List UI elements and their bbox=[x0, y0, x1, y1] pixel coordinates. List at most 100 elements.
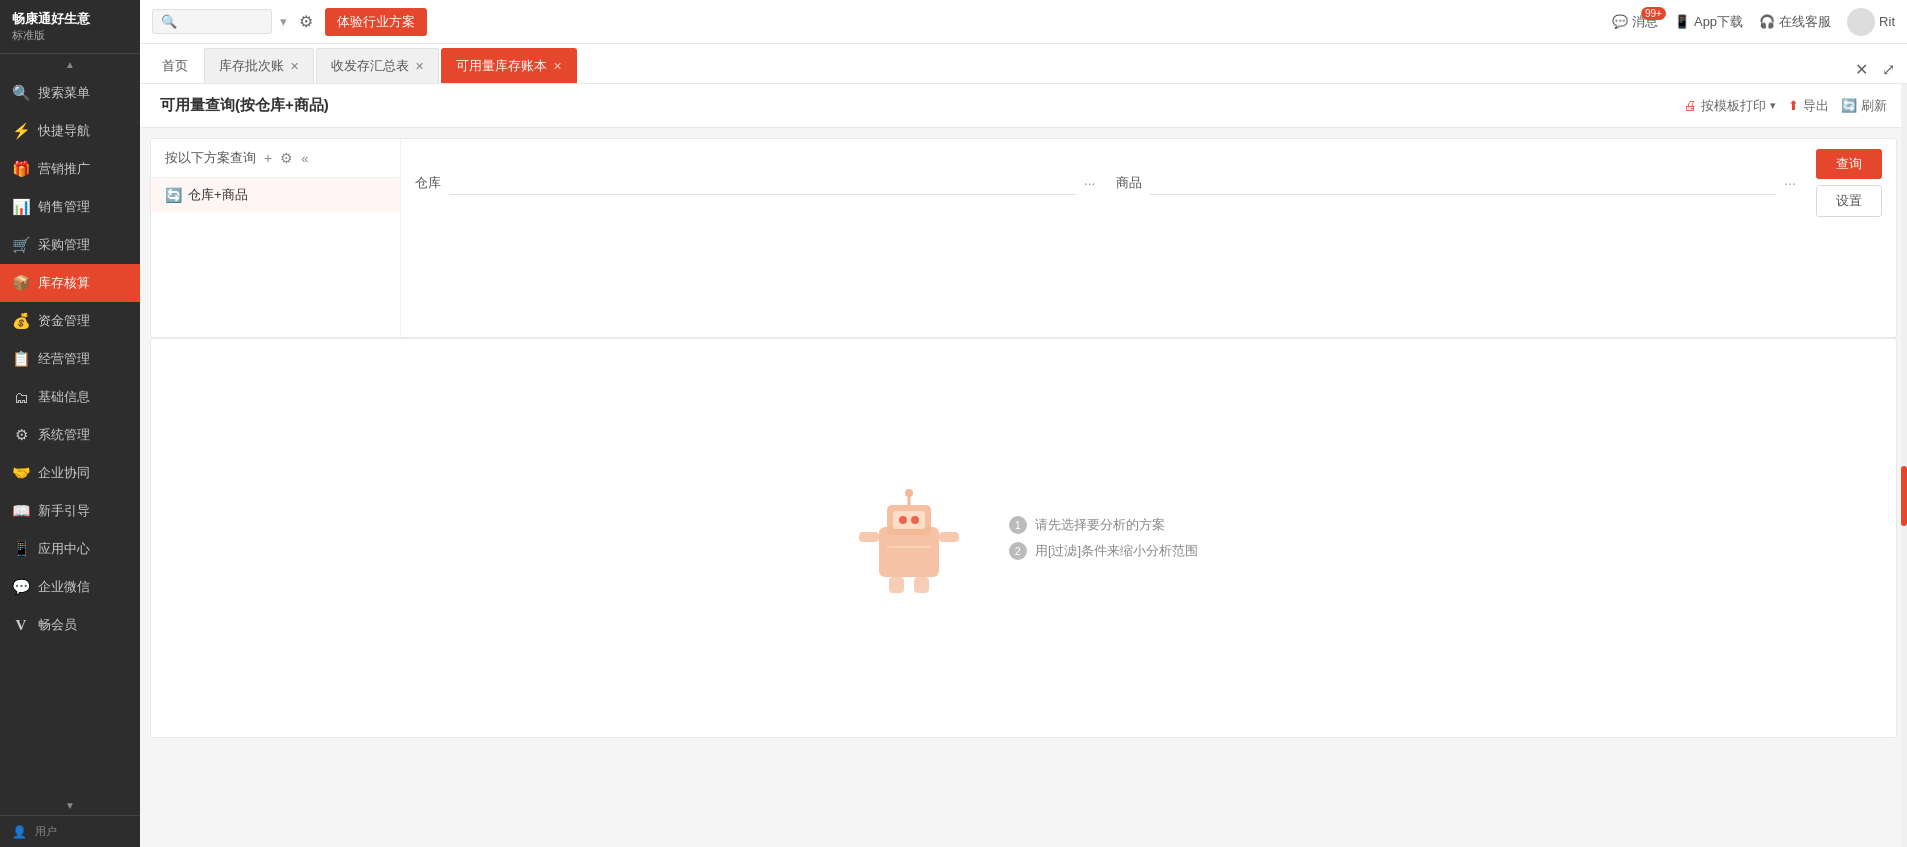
export-button[interactable]: ⬆ 导出 bbox=[1788, 97, 1829, 115]
tab-expand-button[interactable]: ⤢ bbox=[1878, 56, 1899, 83]
filter-warehouse-input[interactable] bbox=[449, 171, 1076, 195]
user-menu[interactable]: Rit bbox=[1847, 8, 1895, 36]
sidebar-item-purchase[interactable]: 🛒 采购管理 bbox=[0, 226, 140, 264]
export-label: 导出 bbox=[1803, 97, 1829, 115]
sidebar-item-system[interactable]: ⚙ 系统管理 bbox=[0, 416, 140, 454]
tab-available-qty-label: 可用量库存账本 bbox=[456, 57, 547, 75]
sidebar-item-shortcut[interactable]: ⚡ 快捷导航 bbox=[0, 112, 140, 150]
sidebar-label-basic-info: 基础信息 bbox=[38, 388, 90, 406]
print-button[interactable]: 🖨 按模板打印 ▾ bbox=[1684, 97, 1776, 115]
sidebar-label-app-center: 应用中心 bbox=[38, 540, 90, 558]
search-icon: 🔍 bbox=[161, 14, 177, 29]
topbar: 🔍 ▾ ⚙ 体验行业方案 💬 消息 99+ 📱 App下载 🎧 在线客服 Rit bbox=[140, 0, 1907, 44]
tab-receipt-summary-label: 收发存汇总表 bbox=[331, 57, 409, 75]
query-main: 按以下方案查询 + ⚙ « 🔄 仓库+商品 仓库 ··· bbox=[150, 138, 1897, 338]
topbar-right: 💬 消息 99+ 📱 App下载 🎧 在线客服 Rit bbox=[1612, 8, 1895, 36]
topbar-search-box[interactable]: 🔍 bbox=[152, 9, 272, 34]
sidebar-label-fund: 资金管理 bbox=[38, 312, 90, 330]
sidebar-label-operations: 经营管理 bbox=[38, 350, 90, 368]
inventory-icon: 📦 bbox=[12, 274, 30, 292]
brand-name: 畅康通好生意 bbox=[12, 10, 128, 28]
settings-button[interactable]: 设置 bbox=[1816, 185, 1882, 217]
sidebar-item-marketing[interactable]: 🎁 营销推广 bbox=[0, 150, 140, 188]
online-service-button[interactable]: 🎧 在线客服 bbox=[1759, 13, 1831, 31]
tabs-bar: 首页 库存批次账 ✕ 收发存汇总表 ✕ 可用量库存账本 ✕ ✕ ⤢ bbox=[140, 44, 1907, 84]
filter-goods-more[interactable]: ··· bbox=[1784, 175, 1796, 191]
sidebar-item-membership[interactable]: V 畅会员 bbox=[0, 606, 140, 644]
app-download-button[interactable]: 📱 App下载 bbox=[1674, 13, 1743, 31]
refresh-button[interactable]: 🔄 刷新 bbox=[1841, 97, 1887, 115]
hint-2-num: 2 bbox=[1009, 542, 1027, 560]
settings-scheme-icon[interactable]: ⚙ bbox=[280, 150, 293, 166]
sidebar-label-onboarding: 新手引导 bbox=[38, 502, 90, 520]
add-scheme-icon[interactable]: + bbox=[264, 150, 272, 166]
refresh-icon: 🔄 bbox=[1841, 98, 1857, 113]
online-service-label: 在线客服 bbox=[1779, 13, 1831, 31]
tab-available-qty-close[interactable]: ✕ bbox=[553, 60, 562, 73]
membership-icon: V bbox=[12, 617, 30, 634]
print-dropdown-icon[interactable]: ▾ bbox=[1770, 99, 1776, 112]
sidebar-item-enterprise[interactable]: 🤝 企业协同 bbox=[0, 454, 140, 492]
sidebar-label-sales: 销售管理 bbox=[38, 198, 90, 216]
sidebar-header: 畅康通好生意 标准版 bbox=[0, 0, 140, 54]
sidebar-bottom-user[interactable]: 👤 用户 bbox=[0, 815, 140, 847]
user-name: Rit bbox=[1879, 14, 1895, 29]
message-button[interactable]: 💬 消息 99+ bbox=[1612, 13, 1658, 31]
sidebar-user-label: 用户 bbox=[35, 824, 57, 839]
trial-button[interactable]: 体验行业方案 bbox=[325, 8, 427, 36]
sidebar-scroll-up[interactable]: ▲ bbox=[0, 54, 140, 74]
onboarding-icon: 📖 bbox=[12, 502, 30, 520]
main-area: 🔍 ▾ ⚙ 体验行业方案 💬 消息 99+ 📱 App下载 🎧 在线客服 Rit bbox=[140, 0, 1907, 847]
refresh-label: 刷新 bbox=[1861, 97, 1887, 115]
sales-icon: 📊 bbox=[12, 198, 30, 216]
sidebar-item-inventory[interactable]: 📦 库存核算 bbox=[0, 264, 140, 302]
app-center-icon: 📱 bbox=[12, 540, 30, 558]
page-header-actions: 🖨 按模板打印 ▾ ⬆ 导出 🔄 刷新 bbox=[1684, 97, 1887, 115]
filter-goods-input[interactable] bbox=[1150, 171, 1777, 195]
tab-batch-account-close[interactable]: ✕ bbox=[290, 60, 299, 73]
tab-receipt-summary-close[interactable]: ✕ bbox=[415, 60, 424, 73]
query-scheme-label: 按以下方案查询 bbox=[165, 149, 256, 167]
empty-illustration bbox=[849, 477, 969, 600]
collapse-panel-icon[interactable]: « bbox=[301, 151, 308, 166]
phone-icon: 📱 bbox=[1674, 14, 1690, 29]
scheme-item-warehouse-goods[interactable]: 🔄 仓库+商品 bbox=[151, 178, 400, 212]
tab-available-qty[interactable]: 可用量库存账本 ✕ bbox=[441, 48, 577, 83]
svg-point-6 bbox=[905, 489, 913, 497]
search-input[interactable] bbox=[181, 15, 261, 29]
sidebar-item-operations[interactable]: 📋 经营管理 bbox=[0, 340, 140, 378]
sidebar-item-corp-wechat[interactable]: 💬 企业微信 bbox=[0, 568, 140, 606]
tabs-right-controls: ✕ ⤢ bbox=[1843, 56, 1907, 83]
sidebar-item-app-center[interactable]: 📱 应用中心 bbox=[0, 530, 140, 568]
sidebar-label-purchase: 采购管理 bbox=[38, 236, 90, 254]
sidebar-nav: 🔍 搜索菜单 ⚡ 快捷导航 🎁 营销推广 📊 销售管理 🛒 采购管理 📦 库存核… bbox=[0, 74, 140, 795]
filter-warehouse-label: 仓库 bbox=[415, 174, 441, 192]
svg-point-3 bbox=[899, 516, 907, 524]
svg-point-4 bbox=[911, 516, 919, 524]
sidebar-item-search[interactable]: 🔍 搜索菜单 bbox=[0, 74, 140, 112]
headset-icon: 🎧 bbox=[1759, 14, 1775, 29]
sidebar-scroll-down[interactable]: ▼ bbox=[0, 795, 140, 815]
sidebar-item-fund[interactable]: 💰 资金管理 bbox=[0, 302, 140, 340]
svg-rect-7 bbox=[859, 532, 879, 542]
chevron-down-icon[interactable]: ▾ bbox=[280, 14, 287, 29]
shortcut-icon: ⚡ bbox=[12, 122, 30, 140]
tab-receipt-summary[interactable]: 收发存汇总表 ✕ bbox=[316, 48, 439, 83]
sidebar: 畅康通好生意 标准版 ▲ 🔍 搜索菜单 ⚡ 快捷导航 🎁 营销推广 📊 销售管理… bbox=[0, 0, 140, 847]
topbar-gear-icon[interactable]: ⚙ bbox=[295, 8, 317, 35]
content-area: 1 请先选择要分析的方案 2 用[过滤]条件来缩小分析范围 bbox=[150, 338, 1897, 738]
sidebar-item-basic-info[interactable]: 🗂 基础信息 bbox=[0, 378, 140, 416]
tab-home[interactable]: 首页 bbox=[148, 49, 202, 83]
tab-close-all-button[interactable]: ✕ bbox=[1851, 56, 1872, 83]
sidebar-item-sales[interactable]: 📊 销售管理 bbox=[0, 188, 140, 226]
tab-batch-account[interactable]: 库存批次账 ✕ bbox=[204, 48, 314, 83]
right-scrollbar-thumb[interactable] bbox=[1901, 466, 1907, 526]
query-button[interactable]: 查询 bbox=[1816, 149, 1882, 179]
filter-warehouse-more[interactable]: ··· bbox=[1084, 175, 1096, 191]
page-content: 可用量查询(按仓库+商品) 🖨 按模板打印 ▾ ⬆ 导出 🔄 刷新 bbox=[140, 84, 1907, 847]
filter-row: 仓库 ··· 商品 ··· 查询 设置 bbox=[415, 149, 1882, 217]
right-scrollbar[interactable] bbox=[1901, 84, 1907, 847]
filter-goods-field: 商品 ··· bbox=[1116, 171, 1797, 195]
operations-icon: 📋 bbox=[12, 350, 30, 368]
sidebar-item-onboarding[interactable]: 📖 新手引导 bbox=[0, 492, 140, 530]
